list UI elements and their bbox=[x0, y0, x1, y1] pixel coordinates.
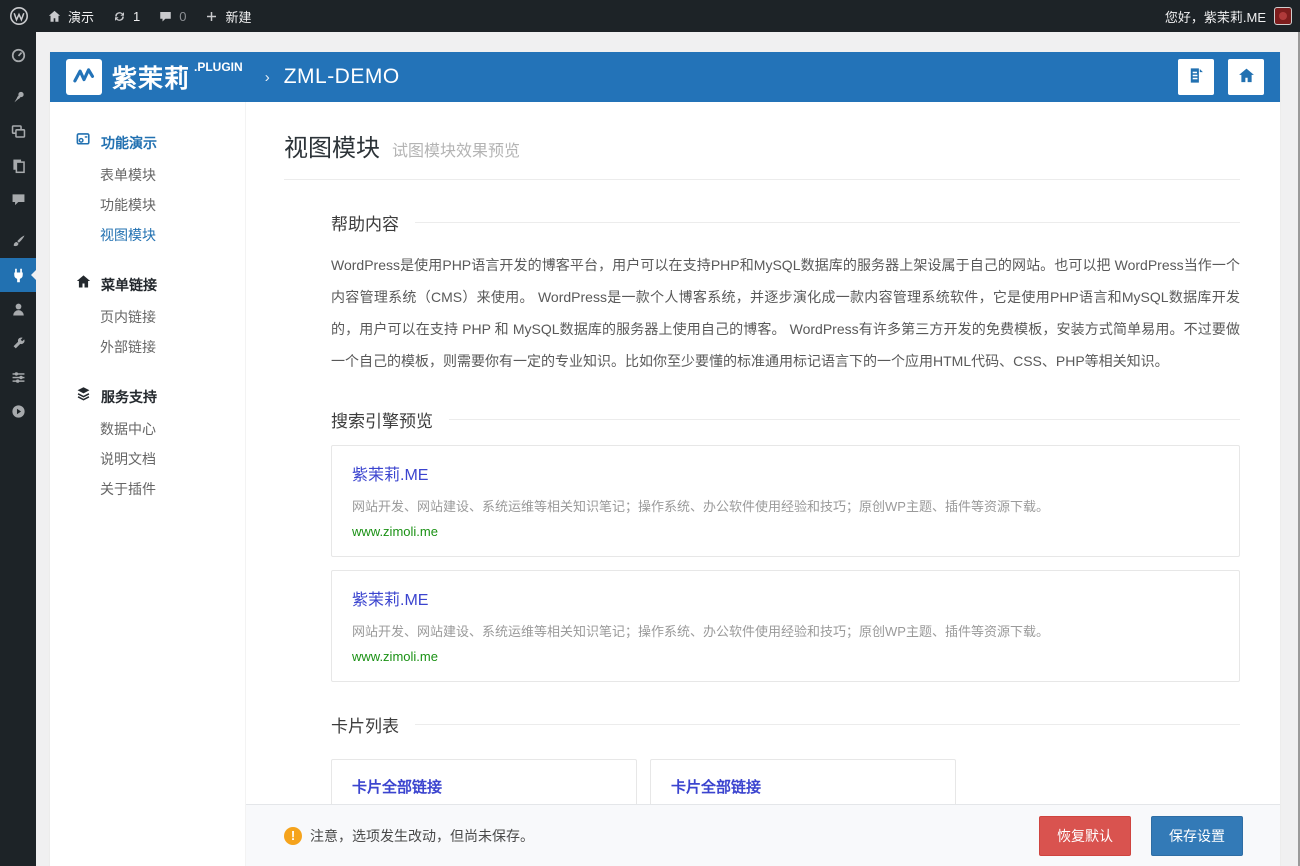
site-link[interactable]: 演示 bbox=[38, 0, 103, 32]
rail-pages-icon[interactable] bbox=[0, 148, 36, 182]
help-section-heading: 帮助内容 bbox=[331, 215, 399, 234]
home-button[interactable] bbox=[1228, 59, 1264, 95]
home-icon bbox=[1237, 66, 1256, 88]
site-name: 演示 bbox=[68, 9, 95, 25]
sidebar-section-support[interactable]: 服务支持 bbox=[50, 384, 245, 414]
sidebar-item-external-link[interactable]: 外部链接 bbox=[50, 332, 245, 362]
rail-dashboard-icon[interactable] bbox=[0, 38, 36, 72]
search-result-title[interactable]: 紫茉莉.ME bbox=[352, 461, 1219, 485]
search-result-url: www.zimoli.me bbox=[352, 649, 438, 664]
search-result-desc: 网站开发、网站建设、系统运维等相关知识笔记；操作系统、办公软件使用经验和技巧；原… bbox=[352, 624, 1049, 639]
user-avatar[interactable] bbox=[1274, 7, 1292, 25]
rail-media-icon[interactable] bbox=[0, 114, 36, 148]
rail-play-circle-icon[interactable] bbox=[0, 394, 36, 428]
sidebar-item-function-module[interactable]: 功能模块 bbox=[50, 190, 245, 220]
sidebar-section-label: 功能演示 bbox=[101, 135, 157, 151]
rail-comments-icon[interactable] bbox=[0, 182, 36, 216]
wordpress-logo-icon bbox=[9, 6, 29, 26]
page-subtitle: 试图模块效果预览 bbox=[392, 143, 521, 160]
sidebar-item-docs[interactable]: 说明文档 bbox=[50, 444, 245, 474]
search-result-card: 紫茉莉.ME 网站开发、网站建设、系统运维等相关知识笔记；操作系统、办公软件使用… bbox=[331, 445, 1240, 557]
wp-admin-menu-rail bbox=[0, 32, 36, 866]
card-title-link[interactable]: 卡片全部链接 bbox=[352, 776, 616, 797]
sidebar-section-menu-links[interactable]: 菜单链接 bbox=[50, 272, 245, 302]
rail-posts-icon[interactable] bbox=[0, 80, 36, 114]
layers-icon bbox=[75, 384, 92, 410]
rail-users-icon[interactable] bbox=[0, 292, 36, 326]
search-result-url: www.zimoli.me bbox=[352, 524, 438, 539]
home-icon bbox=[75, 272, 92, 298]
sidebar-item-data-center[interactable]: 数据中心 bbox=[50, 414, 245, 444]
account-greeting[interactable]: 您好，紫茉莉.ME bbox=[1165, 7, 1266, 26]
new-content-menu[interactable]: 新建 bbox=[195, 0, 260, 32]
card-list-heading: 卡片列表 bbox=[331, 717, 399, 736]
brand-logo-icon bbox=[66, 59, 102, 95]
warning-icon: ! bbox=[284, 826, 302, 845]
rail-tools-icon[interactable] bbox=[0, 326, 36, 360]
sidebar-section-demo[interactable]: 功能演示 bbox=[50, 130, 245, 160]
comments-menu[interactable]: 0 bbox=[149, 0, 195, 32]
plugin-sidebar: 功能演示 表单模块 功能模块 视图模块 菜单链接 页内链接 外部链接 服务支持 … bbox=[50, 102, 246, 866]
brand-name: 紫茉莉 bbox=[112, 65, 191, 93]
search-result-desc: 网站开发、网站建设、系统运维等相关知识笔记；操作系统、办公软件使用经验和技巧；原… bbox=[352, 499, 1049, 514]
plugin-header: 紫茉莉 .PLUGIN › ZML-DEMO bbox=[50, 52, 1280, 102]
page-title: 视图模块 bbox=[284, 135, 380, 162]
rail-settings-icon[interactable] bbox=[0, 360, 36, 394]
save-settings-button[interactable]: 保存设置 bbox=[1151, 815, 1243, 856]
help-paragraph: WordPress是使用PHP语言开发的博客平台，用户可以在支持PHP和MySQ… bbox=[331, 257, 1240, 369]
sidebar-section-label: 服务支持 bbox=[101, 389, 157, 405]
settings-footer: ! 注意，选项发生改动，但尚未保存。 恢复默认 保存设置 bbox=[246, 804, 1280, 866]
sidebar-item-form-module[interactable]: 表单模块 bbox=[50, 160, 245, 190]
list-card: 卡片全部链接 卡片内容简介，超过宽度后自动省略。 www.xxx.com bbox=[331, 759, 637, 804]
sidebar-section-label: 菜单链接 bbox=[101, 277, 157, 293]
document-icon bbox=[1187, 66, 1206, 88]
search-result-title[interactable]: 紫茉莉.ME bbox=[352, 586, 1219, 610]
section-divider bbox=[415, 222, 1240, 223]
content-area: 视图模块 试图模块效果预览 帮助内容 WordPress是使用PHP语言开发的博… bbox=[246, 102, 1280, 804]
card-title-link[interactable]: 卡片全部链接 bbox=[671, 776, 935, 797]
wp-logo-menu[interactable] bbox=[0, 0, 38, 32]
unsaved-notice: 注意，选项发生改动，但尚未保存。 bbox=[310, 827, 534, 844]
comments-count: 0 bbox=[179, 8, 187, 24]
updates-count: 1 bbox=[133, 8, 141, 24]
brand-suffix: .PLUGIN bbox=[194, 60, 243, 74]
plugin-panel: 紫茉莉 .PLUGIN › ZML-DEMO 功能演示 表单模块 功能模块 视图… bbox=[50, 52, 1280, 866]
sidebar-item-view-module[interactable]: 视图模块 bbox=[50, 220, 245, 250]
reset-defaults-button[interactable]: 恢复默认 bbox=[1039, 815, 1131, 856]
plus-icon bbox=[204, 9, 219, 24]
home-icon bbox=[47, 9, 62, 24]
comments-icon bbox=[158, 9, 173, 24]
section-divider bbox=[449, 419, 1240, 420]
rail-appearance-icon[interactable] bbox=[0, 224, 36, 258]
new-label: 新建 bbox=[225, 9, 252, 25]
demo-screen-icon bbox=[75, 130, 92, 156]
wp-admin-bar: 演示 1 0 新建 您好，紫茉莉.ME bbox=[0, 0, 1300, 32]
search-preview-heading: 搜索引擎预览 bbox=[331, 412, 433, 431]
updates-menu[interactable]: 1 bbox=[103, 0, 149, 32]
sidebar-item-about-plugin[interactable]: 关于插件 bbox=[50, 474, 245, 504]
sidebar-item-inpage-link[interactable]: 页内链接 bbox=[50, 302, 245, 332]
updates-icon bbox=[112, 9, 127, 24]
breadcrumb-separator: › bbox=[264, 68, 270, 86]
section-divider bbox=[415, 724, 1240, 725]
plugin-page-name: ZML-DEMO bbox=[283, 65, 400, 88]
list-card: 卡片全部链接 卡片内容简介，超过宽度后自动省略。 www.xxx.com bbox=[650, 759, 956, 804]
rail-plugins-icon[interactable] bbox=[0, 258, 36, 292]
docs-button[interactable] bbox=[1178, 59, 1214, 95]
search-result-card: 紫茉莉.ME 网站开发、网站建设、系统运维等相关知识笔记；操作系统、办公软件使用… bbox=[331, 570, 1240, 682]
